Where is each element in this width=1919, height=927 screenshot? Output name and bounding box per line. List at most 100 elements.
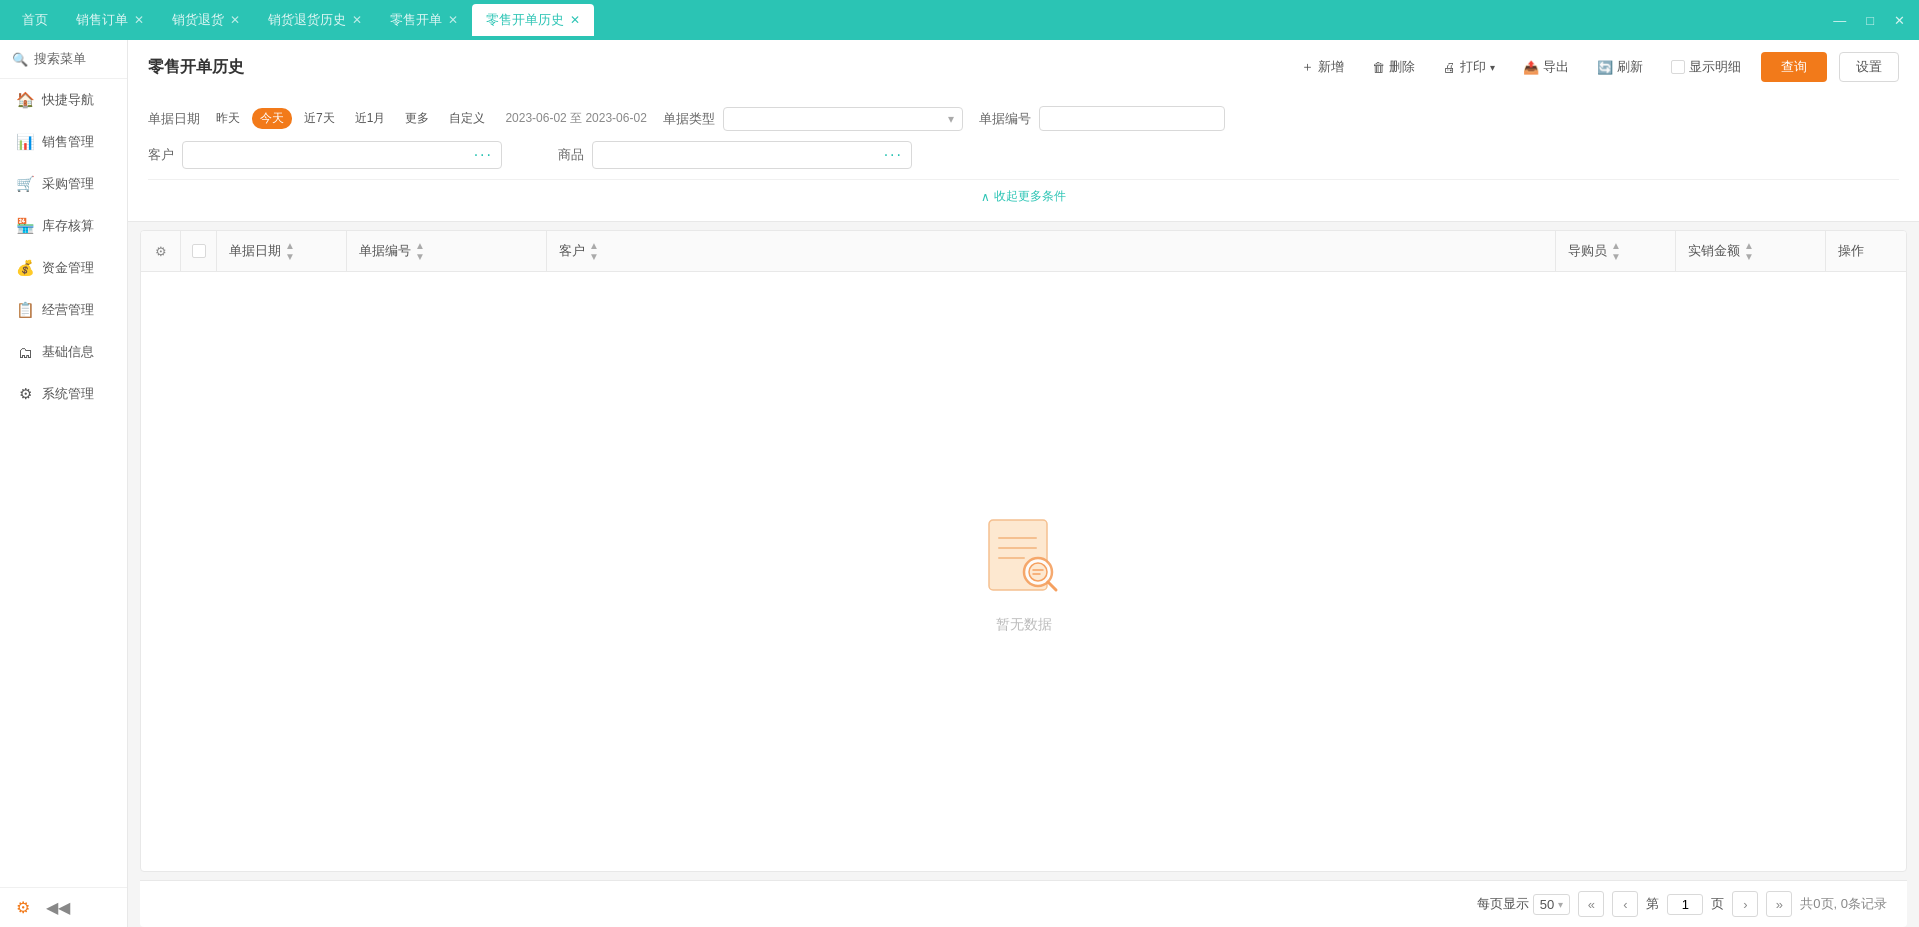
close-button[interactable]: ✕ xyxy=(1888,11,1911,30)
sidebar-item-operations-label: 经营管理 xyxy=(42,301,94,319)
th-guide[interactable]: 导购员 ▲▼ xyxy=(1556,231,1676,271)
customer-lookup-icon[interactable]: ··· xyxy=(474,146,493,164)
sidebar-item-purchase-mgmt[interactable]: 🛒 采购管理 xyxy=(0,163,127,205)
tab-sales-return[interactable]: 销货退货 ✕ xyxy=(158,4,254,36)
th-customer[interactable]: 客户 ▲▼ xyxy=(547,231,1556,271)
print-button[interactable]: 🖨 打印 ▾ xyxy=(1435,54,1503,80)
empty-state: 暂无数据 xyxy=(141,272,1906,871)
next-page-button[interactable]: › xyxy=(1732,891,1758,917)
sidebar-nav: 🏠 快捷导航 📊 销售管理 🛒 采购管理 🏪 库存核算 💰 资金管理 📋 xyxy=(0,79,127,887)
th-date-sort-icon: ▲▼ xyxy=(285,240,295,262)
tab-sales-return-history[interactable]: 销货退货历史 ✕ xyxy=(254,4,376,36)
filter-goods-input[interactable]: ··· xyxy=(592,141,912,169)
tab-retail-history-label: 零售开单历史 xyxy=(486,11,564,29)
delete-button[interactable]: 🗑 删除 xyxy=(1364,54,1423,80)
prev-page-icon: ‹ xyxy=(1623,897,1627,912)
table-gear-button[interactable]: ⚙ xyxy=(141,231,181,271)
sidebar-item-sales-mgmt[interactable]: 📊 销售管理 xyxy=(0,121,127,163)
setting-button[interactable]: 设置 xyxy=(1839,52,1899,82)
th-amount-label: 实销金额 xyxy=(1688,242,1740,260)
sidebar-item-finance[interactable]: 💰 资金管理 xyxy=(0,247,127,289)
first-page-icon: « xyxy=(1588,897,1595,912)
date-btn-yesterday[interactable]: 昨天 xyxy=(208,108,248,129)
pagination: 每页显示 50 ▾ « ‹ 第 页 › » 共0页, 0条记录 xyxy=(140,880,1907,927)
page-label: 页 xyxy=(1711,895,1724,913)
refresh-icon: 🔄 xyxy=(1597,60,1613,75)
date-btn-1month[interactable]: 近1月 xyxy=(347,108,394,129)
print-icon: 🖨 xyxy=(1443,60,1456,75)
add-button[interactable]: ＋ 新增 xyxy=(1293,54,1352,80)
last-page-button[interactable]: » xyxy=(1766,891,1792,917)
sidebar-item-operations[interactable]: 📋 经营管理 xyxy=(0,289,127,331)
tab-sales-order-close[interactable]: ✕ xyxy=(134,13,144,27)
export-button[interactable]: 📤 导出 xyxy=(1515,54,1577,80)
query-button[interactable]: 查询 xyxy=(1761,52,1827,82)
sidebar-item-quick-nav[interactable]: 🏠 快捷导航 xyxy=(0,79,127,121)
sales-mgmt-icon: 📊 xyxy=(16,133,34,151)
th-date[interactable]: 单据日期 ▲▼ xyxy=(217,231,347,271)
toolbar: ＋ 新增 🗑 删除 🖨 打印 ▾ 📤 导出 xyxy=(1293,52,1899,82)
sidebar-item-base-info-label: 基础信息 xyxy=(42,343,94,361)
sidebar-item-sys-mgmt-label: 系统管理 xyxy=(42,385,94,403)
filter-customer-input[interactable]: ··· xyxy=(182,141,502,169)
th-guide-sort-icon: ▲▼ xyxy=(1611,240,1621,262)
refresh-button[interactable]: 🔄 刷新 xyxy=(1589,54,1651,80)
chevron-down-icon: ▾ xyxy=(948,112,954,126)
prev-page-button[interactable]: ‹ xyxy=(1612,891,1638,917)
date-btn-today[interactable]: 今天 xyxy=(252,108,292,129)
tab-retail-history-close[interactable]: ✕ xyxy=(570,13,580,27)
maximize-button[interactable]: □ xyxy=(1860,11,1880,30)
sidebar-settings-icon[interactable]: ⚙ xyxy=(16,898,30,917)
next-page-icon: › xyxy=(1743,897,1747,912)
filter-order-no-input[interactable] xyxy=(1039,106,1225,131)
sys-mgmt-icon: ⚙ xyxy=(16,385,34,403)
date-btn-7days[interactable]: 近7天 xyxy=(296,108,343,129)
display-detail-label: 显示明细 xyxy=(1689,58,1741,76)
sidebar-item-quick-nav-label: 快捷导航 xyxy=(42,91,94,109)
tab-retail-open-close[interactable]: ✕ xyxy=(448,13,458,27)
page-number-input[interactable] xyxy=(1667,894,1703,915)
display-detail-button[interactable]: 显示明细 xyxy=(1663,54,1749,80)
tab-retail-open[interactable]: 零售开单 ✕ xyxy=(376,4,472,36)
th-guide-label: 导购员 xyxy=(1568,242,1607,260)
display-detail-checkbox[interactable] xyxy=(1671,60,1685,74)
collapse-label: 收起更多条件 xyxy=(994,188,1066,205)
collapse-button[interactable]: ∧ 收起更多条件 xyxy=(981,184,1066,209)
date-btn-more[interactable]: 更多 xyxy=(397,108,437,129)
customer-field[interactable] xyxy=(191,148,474,163)
sidebar-item-sys-mgmt[interactable]: ⚙ 系统管理 xyxy=(0,373,127,415)
date-btn-custom[interactable]: 自定义 xyxy=(441,108,493,129)
filter-customer: 客户 ··· xyxy=(148,141,502,169)
th-amount[interactable]: 实销金额 ▲▼ xyxy=(1676,231,1826,271)
window-controls: — □ ✕ xyxy=(1827,11,1911,30)
th-date-label: 单据日期 xyxy=(229,242,281,260)
tab-retail-open-label: 零售开单 xyxy=(390,11,442,29)
per-page-box[interactable]: 50 ▾ xyxy=(1533,894,1570,915)
goods-field[interactable] xyxy=(601,148,884,163)
table-check-all[interactable] xyxy=(181,231,217,271)
tab-sales-return-history-close[interactable]: ✕ xyxy=(352,13,362,27)
sidebar-search[interactable]: 🔍 搜索菜单 xyxy=(0,40,127,79)
sidebar-collapse-icon[interactable]: ◀◀ xyxy=(46,898,70,917)
minimize-button[interactable]: — xyxy=(1827,11,1852,30)
order-no-field[interactable] xyxy=(1048,111,1216,126)
sidebar-item-purchase-mgmt-label: 采购管理 xyxy=(42,175,94,193)
sidebar-item-base-info[interactable]: 🗂 基础信息 xyxy=(0,331,127,373)
tab-retail-history[interactable]: 零售开单历史 ✕ xyxy=(472,4,594,36)
filter-order-type-select[interactable]: ▾ xyxy=(723,107,963,131)
sidebar-item-inventory[interactable]: 🏪 库存核算 xyxy=(0,205,127,247)
goods-lookup-icon[interactable]: ··· xyxy=(884,146,903,164)
table-header: ⚙ 单据日期 ▲▼ 单据编号 ▲▼ 客户 xyxy=(141,231,1906,272)
check-all-checkbox[interactable] xyxy=(192,244,206,258)
first-page-button[interactable]: « xyxy=(1578,891,1604,917)
th-no[interactable]: 单据编号 ▲▼ xyxy=(347,231,547,271)
tab-sales-return-close[interactable]: ✕ xyxy=(230,13,240,27)
export-icon: 📤 xyxy=(1523,60,1539,75)
th-customer-label: 客户 xyxy=(559,242,585,260)
filter-date-options: 昨天 今天 近7天 近1月 更多 自定义 xyxy=(208,108,493,129)
tab-sales-order[interactable]: 销售订单 ✕ xyxy=(62,4,158,36)
delete-icon: 🗑 xyxy=(1372,60,1385,75)
filter-date: 单据日期 昨天 今天 近7天 近1月 更多 自定义 2023-06-02 至 2… xyxy=(148,108,647,129)
tab-home[interactable]: 首页 xyxy=(8,4,62,36)
tab-sales-return-history-label: 销货退货历史 xyxy=(268,11,346,29)
